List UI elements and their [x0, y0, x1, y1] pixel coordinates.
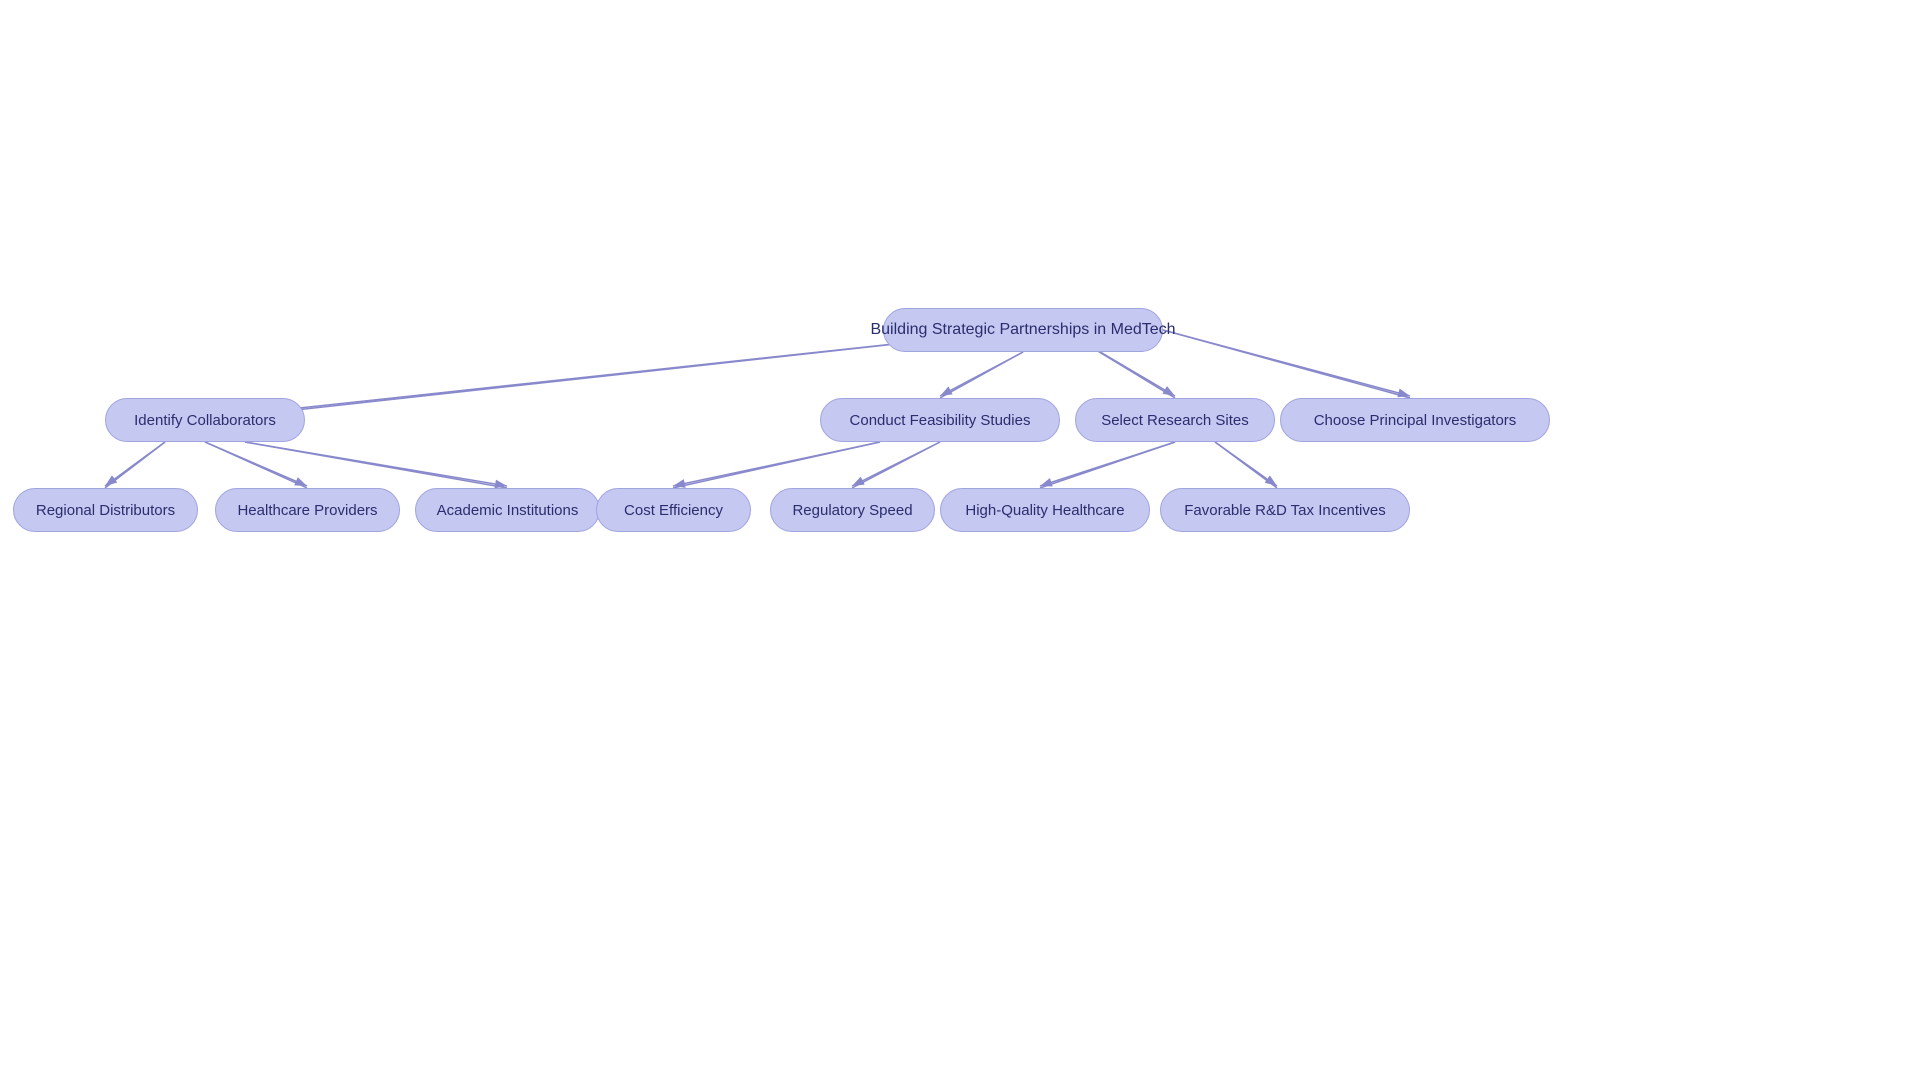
node-choose-pi[interactable]: Choose Principal Investigators	[1280, 398, 1550, 442]
node-academic-institutions[interactable]: Academic Institutions	[415, 488, 600, 532]
node-regional-distributors[interactable]: Regional Distributors	[13, 488, 198, 532]
node-select-research-sites[interactable]: Select Research Sites	[1075, 398, 1275, 442]
node-regulatory-speed[interactable]: Regulatory Speed	[770, 488, 935, 532]
node-high-quality-healthcare[interactable]: High-Quality Healthcare	[940, 488, 1150, 532]
node-conduct-feasibility[interactable]: Conduct Feasibility Studies	[820, 398, 1060, 442]
node-cost-efficiency[interactable]: Cost Efficiency	[596, 488, 751, 532]
node-identify-collaborators[interactable]: Identify Collaborators	[105, 398, 305, 442]
node-favorable-rd[interactable]: Favorable R&D Tax Incentives	[1160, 488, 1410, 532]
node-healthcare-providers[interactable]: Healthcare Providers	[215, 488, 400, 532]
node-root[interactable]: Building Strategic Partnerships in MedTe…	[883, 308, 1163, 352]
connectors-svg	[0, 0, 1920, 1083]
diagram-container: Building Strategic Partnerships in MedTe…	[0, 0, 1920, 1083]
